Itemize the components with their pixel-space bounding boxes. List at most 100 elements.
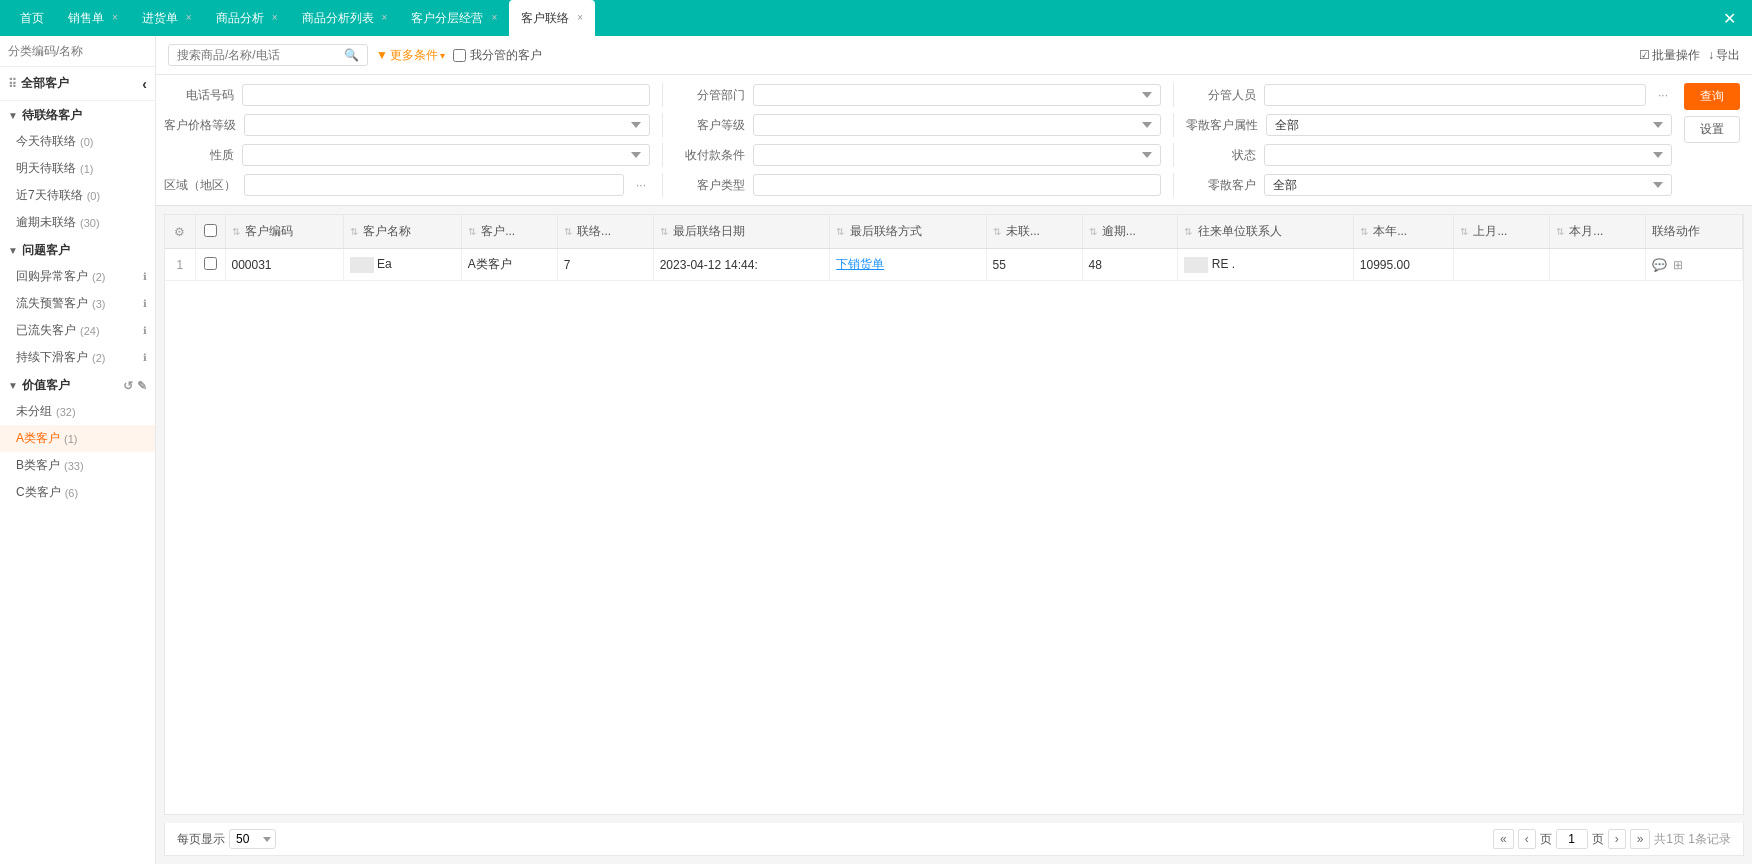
- chevron-down-icon: ▾: [440, 50, 445, 61]
- sidebar-item-today[interactable]: 今天待联络 (0): [0, 128, 155, 155]
- filter-manager: 分管人员 ···: [1186, 84, 1672, 106]
- value-section-edit[interactable]: ✎: [137, 379, 147, 393]
- main-search-input[interactable]: [177, 48, 340, 62]
- col-last-date-sort-icon: ⇅: [660, 226, 668, 237]
- region-input[interactable]: [244, 174, 624, 196]
- customer-type-input[interactable]: [753, 174, 1161, 196]
- nav-tab-analysis-list[interactable]: 商品分析列表 ×: [290, 0, 400, 36]
- pending-toggle-icon: ▼: [8, 110, 18, 121]
- scatter-attr-select[interactable]: 全部: [1266, 114, 1672, 136]
- search-box: 🔍: [168, 44, 368, 66]
- my-customers-check[interactable]: [453, 49, 466, 62]
- collapse-sidebar-button[interactable]: ‹: [142, 76, 147, 92]
- chat-icon[interactable]: 💬: [1652, 258, 1667, 272]
- more-filters-button[interactable]: ▼ 更多条件 ▾: [376, 47, 445, 64]
- nav-tab-customer-tier[interactable]: 客户分层经营 ×: [399, 0, 509, 36]
- problem-toggle-icon: ▼: [8, 245, 18, 256]
- sidebar-item-unclassified[interactable]: 未分组 (32): [0, 398, 155, 425]
- sidebar-item-7days[interactable]: 近7天待联络 (0): [0, 182, 155, 209]
- customer-table-container: ⚙ ⇅ 客户编码 ⇅ 客户名称: [164, 214, 1744, 815]
- settings-button[interactable]: 设置: [1684, 116, 1740, 143]
- nav-tab-purchase[interactable]: 进货单 ×: [130, 0, 204, 36]
- row-checkbox[interactable]: [204, 257, 217, 270]
- close-sales-tab[interactable]: ×: [112, 0, 118, 36]
- sidebar-section-pending[interactable]: ▼ 待联络客户: [0, 101, 155, 128]
- row-actions: 💬 ⊞: [1645, 249, 1742, 281]
- export-button[interactable]: ↓ 导出: [1708, 47, 1740, 64]
- sidebar-item-b-class[interactable]: B类客户 (33): [0, 452, 155, 479]
- app-root: 首页 销售单 × 进货单 × 商品分析 × 商品分析列表 × 客户分层经营 × …: [0, 0, 1752, 864]
- sidebar-search-input[interactable]: [8, 44, 156, 58]
- region-dots[interactable]: ···: [632, 178, 650, 192]
- batch-op-button[interactable]: ☑ 批量操作: [1639, 47, 1700, 64]
- row-not-contacted: 55: [986, 249, 1082, 281]
- sidebar-item-a-class[interactable]: A类客户 (1): [0, 425, 155, 452]
- pending-section-label: 待联络客户: [22, 107, 82, 124]
- sidebar-item-tomorrow[interactable]: 明天待联络 (1): [0, 155, 155, 182]
- nature-label: 性质: [164, 147, 234, 164]
- filter-customer-type: 客户类型: [675, 174, 1161, 196]
- col-not-contacted: ⇅ 未联...: [986, 215, 1082, 249]
- sidebar-item-declining[interactable]: 持续下滑客户 (2) ℹ: [0, 344, 155, 371]
- col-this-month-sort-icon: ⇅: [1556, 226, 1564, 237]
- my-customers-checkbox[interactable]: 我分管的客户: [453, 47, 542, 64]
- nav-tab-customer-contact[interactable]: 客户联络 ×: [509, 0, 595, 36]
- col-settings[interactable]: ⚙: [165, 215, 195, 249]
- close-analysis-list-tab[interactable]: ×: [382, 0, 388, 36]
- sidebar-item-churn-warning[interactable]: 流失预警客户 (3) ℹ: [0, 290, 155, 317]
- price-level-select[interactable]: [244, 114, 650, 136]
- row-checkbox-cell[interactable]: [195, 249, 225, 281]
- sidebar-item-abnormal[interactable]: 回购异常客户 (2) ℹ: [0, 263, 155, 290]
- scatter-customer-select[interactable]: 全部: [1264, 174, 1672, 196]
- settings-icon[interactable]: ⚙: [174, 225, 185, 239]
- first-page-button[interactable]: «: [1493, 829, 1514, 849]
- total-records: 共1页 1条记录: [1654, 831, 1731, 848]
- col-checkbox[interactable]: [195, 215, 225, 249]
- close-all-button[interactable]: ✕: [1715, 9, 1744, 28]
- select-all-checkbox[interactable]: [204, 224, 217, 237]
- close-customer-contact-tab[interactable]: ×: [577, 0, 583, 36]
- phone-input[interactable]: [242, 84, 650, 106]
- sidebar-section-problem[interactable]: ▼ 问题客户: [0, 236, 155, 263]
- info-icon-churned: ℹ: [143, 325, 147, 336]
- close-analysis-tab[interactable]: ×: [272, 0, 278, 36]
- query-button[interactable]: 查询: [1684, 83, 1740, 110]
- payment-select[interactable]: [753, 144, 1161, 166]
- last-method-link[interactable]: 下销货单: [836, 257, 884, 271]
- search-icon[interactable]: 🔍: [344, 48, 359, 62]
- filter-phone: 电话号码: [164, 84, 650, 106]
- page-number-input[interactable]: [1556, 829, 1588, 849]
- nature-select[interactable]: [242, 144, 650, 166]
- col-this-year-sort-icon: ⇅: [1360, 226, 1368, 237]
- prev-page-button[interactable]: ‹: [1518, 829, 1536, 849]
- customer-level-select[interactable]: [753, 114, 1161, 136]
- row-last-method[interactable]: 下销货单: [830, 249, 986, 281]
- table-footer: 每页显示 50 10 20 100 « ‹ 页 页 › »: [164, 823, 1744, 856]
- page-size-select[interactable]: 50 10 20 100: [229, 829, 276, 849]
- sidebar-item-c-class[interactable]: C类客户 (6): [0, 479, 155, 506]
- sidebar-item-overdue[interactable]: 逾期未联络 (30): [0, 209, 155, 236]
- close-purchase-tab[interactable]: ×: [186, 0, 192, 36]
- manager-dots[interactable]: ···: [1654, 88, 1672, 102]
- nav-tab-home[interactable]: 首页: [8, 0, 56, 36]
- pagination-nav: « ‹ 页 页 › » 共1页 1条记录: [1493, 829, 1731, 849]
- nav-tab-sales[interactable]: 销售单 ×: [56, 0, 130, 36]
- dept-select[interactable]: [753, 84, 1161, 106]
- filter-scatter-customer: 零散客户 全部: [1186, 174, 1672, 196]
- status-label: 状态: [1186, 147, 1256, 164]
- filter-action-buttons: 查询 设置: [1680, 83, 1752, 197]
- value-section-refresh[interactable]: ↺: [123, 379, 133, 393]
- col-unit-contact: ⇅ 往来单位联系人: [1178, 215, 1353, 249]
- nav-tab-analysis[interactable]: 商品分析 ×: [204, 0, 290, 36]
- sidebar-section-value[interactable]: ▼ 价值客户 ↺ ✎: [0, 371, 155, 398]
- status-select[interactable]: [1264, 144, 1672, 166]
- next-page-button[interactable]: ›: [1608, 829, 1626, 849]
- qr-icon[interactable]: ⊞: [1673, 258, 1683, 272]
- scatter-customer-label: 零散客户: [1186, 177, 1256, 194]
- col-name: ⇅ 客户名称: [343, 215, 461, 249]
- manager-input[interactable]: [1264, 84, 1646, 106]
- close-customer-tier-tab[interactable]: ×: [491, 0, 497, 36]
- sidebar-item-churned[interactable]: 已流失客户 (24) ℹ: [0, 317, 155, 344]
- row-unit-contact: RE .: [1178, 249, 1353, 281]
- last-page-button[interactable]: »: [1630, 829, 1651, 849]
